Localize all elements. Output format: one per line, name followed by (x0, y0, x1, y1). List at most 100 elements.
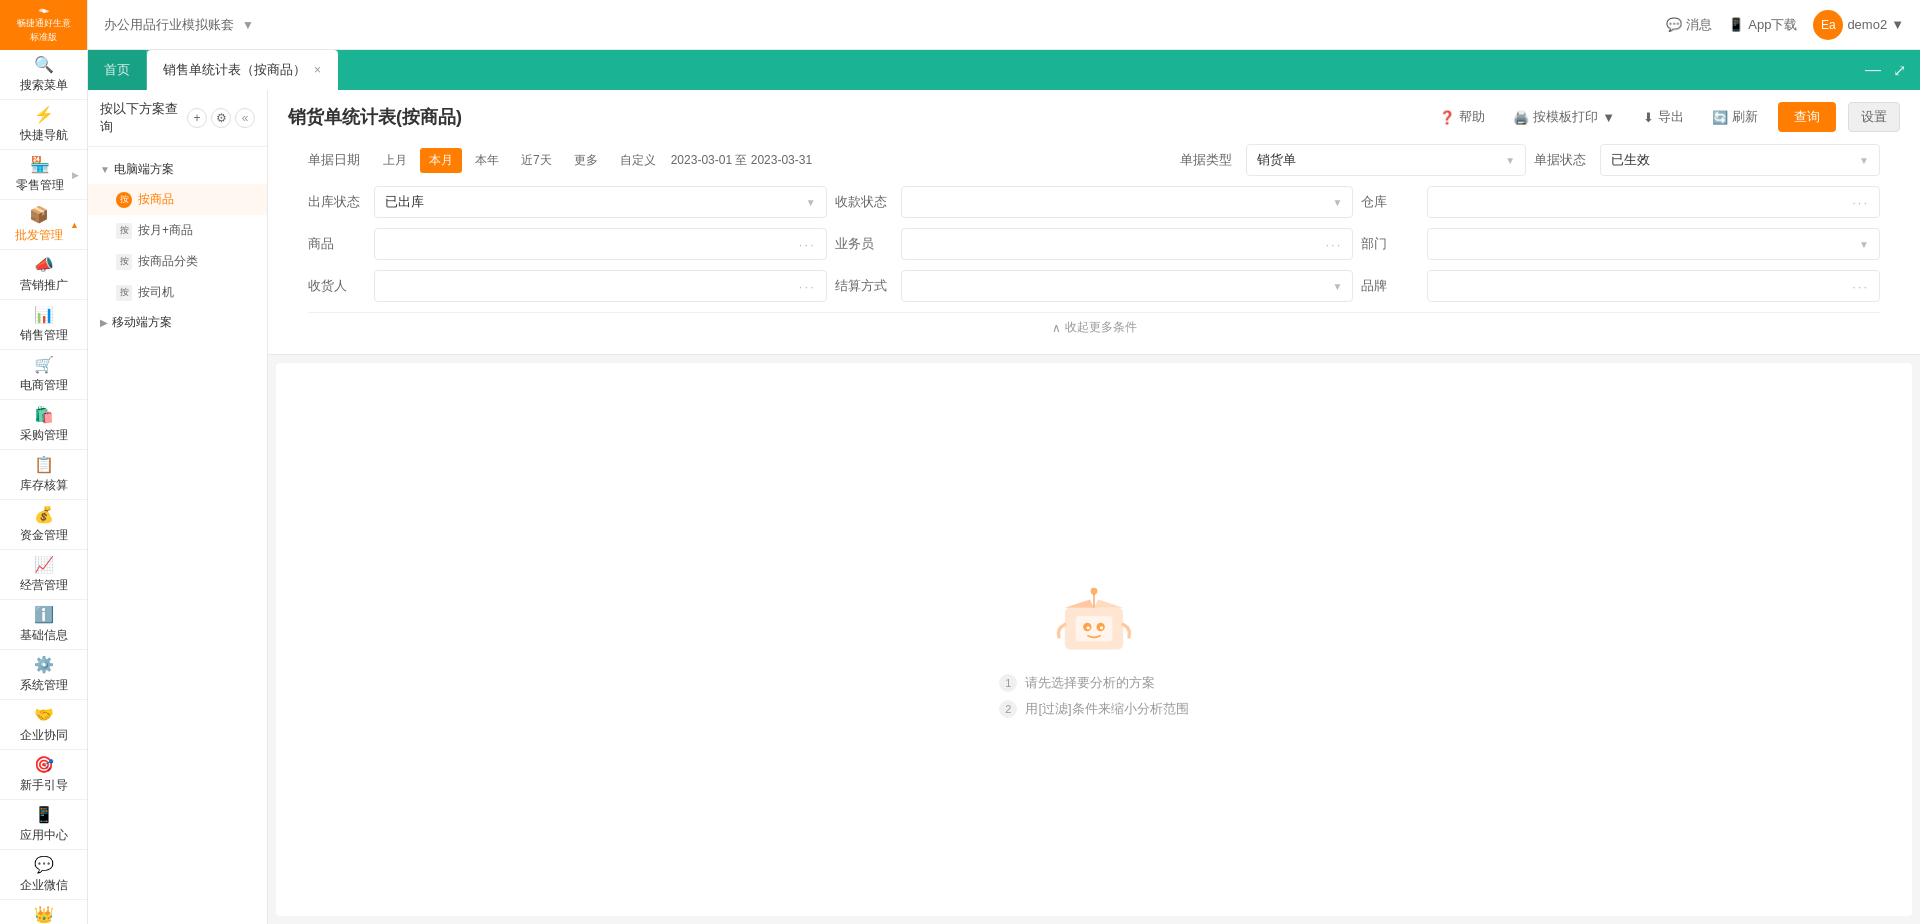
tab-close-button[interactable]: × (314, 63, 321, 77)
enterprise-icon: 🤝 (34, 705, 54, 724)
salesman-input[interactable]: ··· (901, 228, 1354, 260)
filter-cell-dept: 部门 ▼ (1361, 228, 1880, 260)
tree-item-label: 按司机 (138, 284, 174, 301)
date-tab-7days[interactable]: 近7天 (512, 148, 561, 173)
help-button[interactable]: ❓ 帮助 (1431, 104, 1493, 130)
tree-group-desktop[interactable]: ▼ 电脑端方案 (88, 155, 267, 184)
print-label: 按模板打印 (1533, 108, 1598, 126)
sidebar-item-quicknav[interactable]: ⚡ 快捷导航 (0, 100, 87, 150)
app-download-button[interactable]: 📱 App下载 (1728, 16, 1797, 34)
docstatus-select[interactable]: 已生效 ▼ (1600, 144, 1880, 176)
header-left: 办公用品行业模拟账套 ▼ (104, 16, 254, 34)
filter-cell-warehouse: 出库状态 已出库 ▼ (308, 186, 827, 218)
collapse-panel-button[interactable]: « (235, 108, 255, 128)
filter-cell-settlement: 结算方式 ▼ (835, 270, 1354, 302)
query-button[interactable]: 查询 (1778, 102, 1836, 132)
empty-state: 1 请先选择要分析的方案 2 用[过滤]条件来缩小分析范围 (999, 562, 1188, 718)
tree-group-mobile-label: 移动端方案 (112, 314, 172, 331)
receiver-input[interactable]: ··· (374, 270, 827, 302)
app-logo: 畅捷通好生意 标准版 (0, 0, 87, 50)
date-tab-lastmonth[interactable]: 上月 (374, 148, 416, 173)
tree-item-label: 按商品 (138, 191, 174, 208)
sidebar-item-sales[interactable]: 📊 销售管理 (0, 300, 87, 350)
tab-bar-actions: — ⤢ (1859, 57, 1920, 84)
sidebar-item-appcenter[interactable]: 📱 应用中心 (0, 800, 87, 850)
left-panel-header: 按以下方案查询 + ⚙ « (88, 90, 267, 147)
sidebar: 畅捷通好生意 标准版 🔍 搜索菜单 ⚡ 快捷导航 🏪 零售管理 ▶ 📦 批发管理… (0, 0, 88, 924)
date-tab-more[interactable]: 更多 (565, 148, 607, 173)
doctype-value: 销货单 (1257, 151, 1296, 169)
tree-group-mobile[interactable]: ▶ 移动端方案 (88, 308, 267, 337)
collapse-filter-button[interactable]: ∧ 收起更多条件 (308, 312, 1880, 342)
sidebar-item-finance[interactable]: 💰 资金管理 (0, 500, 87, 550)
storage-input[interactable]: ··· (1427, 186, 1880, 218)
payment-arrow-icon: ▼ (1332, 197, 1342, 208)
sidebar-item-label: 销售管理 (20, 327, 68, 344)
svg-point-8 (1091, 587, 1098, 594)
date-tab-thismonth[interactable]: 本月 (420, 148, 462, 173)
sidebar-item-wechat[interactable]: 💬 企业微信 (0, 850, 87, 900)
docstatus-arrow-icon: ▼ (1859, 155, 1869, 166)
sidebar-item-search[interactable]: 🔍 搜索菜单 (0, 50, 87, 100)
purchase-icon: 🛍️ (34, 405, 54, 424)
date-tab-custom[interactable]: 自定义 (611, 148, 665, 173)
sidebar-item-inventory[interactable]: 📋 库存核算 (0, 450, 87, 500)
sidebar-item-ecommerce[interactable]: 🛒 电商管理 (0, 350, 87, 400)
empty-tips: 1 请先选择要分析的方案 2 用[过滤]条件来缩小分析范围 (999, 674, 1188, 718)
export-button[interactable]: ⬇ 导出 (1635, 104, 1692, 130)
settlement-arrow-icon: ▼ (1332, 281, 1342, 292)
sidebar-item-membership[interactable]: 👑 畅会员 (0, 900, 87, 924)
settings-scheme-button[interactable]: ⚙ (211, 108, 231, 128)
sidebar-item-purchase[interactable]: 🛍️ 采购管理 (0, 400, 87, 450)
sidebar-item-wholesale[interactable]: 📦 批发管理 ▲ (0, 200, 87, 250)
finance-icon: 💰 (34, 505, 54, 524)
goods-input[interactable]: ··· (374, 228, 827, 260)
date-tab-thisyear[interactable]: 本年 (466, 148, 508, 173)
sidebar-item-basic-info[interactable]: ℹ️ 基础信息 (0, 600, 87, 650)
doctype-select[interactable]: 销货单 ▼ (1246, 144, 1526, 176)
search-icon: 🔍 (34, 55, 54, 74)
sidebar-item-label: 营销推广 (20, 277, 68, 294)
tree-item-label: 按商品分类 (138, 253, 198, 270)
refresh-button[interactable]: 🔄 刷新 (1704, 104, 1766, 130)
sidebar-item-label: 基础信息 (20, 627, 68, 644)
tree-item-by-category[interactable]: 按 按商品分类 (88, 246, 267, 277)
brand-input[interactable]: ··· (1427, 270, 1880, 302)
tab-maximize-button[interactable]: ⤢ (1887, 57, 1912, 84)
help-label: 帮助 (1459, 108, 1485, 126)
sidebar-item-operations[interactable]: 📈 经营管理 (0, 550, 87, 600)
tab-home[interactable]: 首页 (88, 50, 147, 90)
tree-item-by-month-goods[interactable]: 按 按月+商品 (88, 215, 267, 246)
tab-sales-stats[interactable]: 销售单统计表（按商品） × (147, 50, 338, 90)
add-scheme-button[interactable]: + (187, 108, 207, 128)
app-logo-text: 畅捷通好生意 (17, 18, 71, 29)
tree-item-by-driver[interactable]: 按 按司机 (88, 277, 267, 308)
payment-select[interactable]: ▼ (901, 186, 1354, 218)
dept-select[interactable]: ▼ (1427, 228, 1880, 260)
app-sub-text: 标准版 (30, 31, 57, 44)
print-button[interactable]: 🖨️ 按模板打印 ▼ (1505, 104, 1623, 130)
inventory-icon: 📋 (34, 455, 54, 474)
warehouse-select[interactable]: 已出库 ▼ (374, 186, 827, 218)
sidebar-item-retail[interactable]: 🏪 零售管理 ▶ (0, 150, 87, 200)
sidebar-item-newbie[interactable]: 🎯 新手引导 (0, 750, 87, 800)
filter-cell-date: 单据日期 上月 本月 本年 近7天 更多 自定义 2023-03-01 至 20… (308, 148, 1172, 173)
receiver-label: 收货人 (308, 277, 368, 295)
tree-expand-icon: ▼ (100, 164, 110, 175)
sidebar-item-label: 应用中心 (20, 827, 68, 844)
receiver-dots-icon: ··· (799, 279, 816, 294)
warehouse-arrow-icon: ▼ (806, 197, 816, 208)
sidebar-item-marketing[interactable]: 📣 营销推广 (0, 250, 87, 300)
message-button[interactable]: 💬 消息 (1666, 16, 1712, 34)
settings-button[interactable]: 设置 (1848, 102, 1900, 132)
tree-item-label: 按月+商品 (138, 222, 193, 239)
sidebar-item-system[interactable]: ⚙️ 系统管理 (0, 650, 87, 700)
tree-item-icon: 按 (116, 285, 132, 301)
tree-item-by-goods[interactable]: 按 按商品 (88, 184, 267, 215)
settlement-select[interactable]: ▼ (901, 270, 1354, 302)
filter-area: 单据日期 上月 本月 本年 近7天 更多 自定义 2023-03-01 至 20… (288, 144, 1900, 354)
tip-num-1: 1 (999, 674, 1017, 692)
user-menu[interactable]: Ea demo2 ▼ (1813, 10, 1904, 40)
sidebar-item-enterprise[interactable]: 🤝 企业协同 (0, 700, 87, 750)
tab-minimize-button[interactable]: — (1859, 57, 1887, 83)
